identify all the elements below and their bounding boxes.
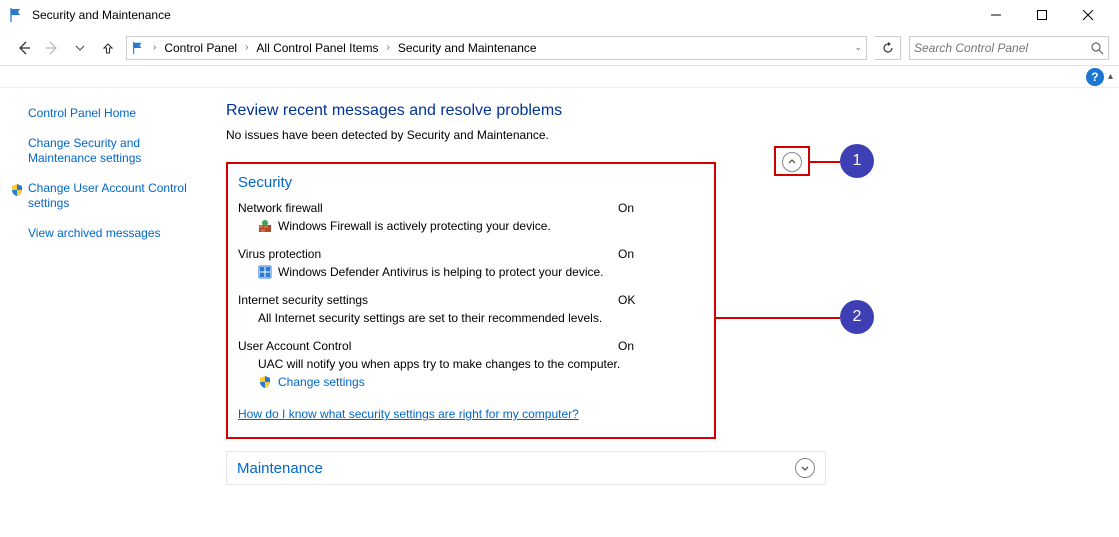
security-item-virus: Virus protection On Windows Defender Ant…	[238, 247, 704, 279]
refresh-button[interactable]	[875, 36, 901, 60]
security-item-uac: User Account Control On UAC will notify …	[238, 339, 704, 389]
maintenance-section-title: Maintenance	[237, 460, 323, 477]
chevron-right-icon[interactable]: ›	[243, 42, 250, 53]
address-bar[interactable]: › Control Panel › All Control Panel Item…	[126, 36, 867, 60]
uac-change-settings-link[interactable]: Change settings	[278, 375, 365, 389]
item-status: On	[618, 339, 658, 353]
annotation-connector	[716, 317, 840, 319]
breadcrumb-item[interactable]: Security and Maintenance	[394, 39, 541, 57]
annotation-bubble-1: 1	[840, 144, 874, 178]
item-desc: Windows Defender Antivirus is helping to…	[278, 265, 604, 279]
item-desc: Windows Firewall is actively protecting …	[278, 219, 551, 233]
item-status: On	[618, 201, 658, 215]
annotation-bubble-2: 2	[840, 300, 874, 334]
help-button[interactable]: ?	[1086, 68, 1104, 86]
item-label: Network firewall	[238, 201, 618, 215]
page-heading: Review recent messages and resolve probl…	[226, 102, 1099, 120]
sidebar-link-uac[interactable]: Change User Account Control settings	[10, 181, 200, 212]
expand-maintenance-button[interactable]	[795, 458, 815, 478]
help-strip: ? ▴	[0, 66, 1119, 88]
window-title: Security and Maintenance	[32, 8, 973, 22]
breadcrumb-item[interactable]: Control Panel	[160, 39, 241, 57]
item-desc: UAC will notify you when apps try to mak…	[258, 357, 620, 371]
search-icon[interactable]	[1090, 41, 1104, 55]
sidebar: Control Panel Home Change Security and M…	[0, 88, 210, 495]
close-button[interactable]	[1065, 0, 1111, 30]
security-help-link[interactable]: How do I know what security settings are…	[238, 407, 579, 421]
item-label: Virus protection	[238, 247, 618, 261]
sidebar-home-link[interactable]: Control Panel Home	[28, 106, 200, 122]
security-panel: Security Network firewall On Windows Fir…	[226, 162, 716, 439]
item-desc: All Internet security settings are set t…	[258, 311, 602, 325]
security-item-firewall: Network firewall On Windows Firewall is …	[238, 201, 704, 233]
flag-icon	[8, 7, 24, 23]
defender-icon	[258, 265, 272, 279]
search-box[interactable]	[909, 36, 1109, 60]
scroll-up-icon[interactable]: ▴	[1108, 71, 1113, 82]
chevron-right-icon[interactable]: ›	[151, 42, 158, 53]
search-input[interactable]	[914, 41, 1090, 55]
minimize-button[interactable]	[973, 0, 1019, 30]
forward-button[interactable]	[42, 38, 62, 58]
back-button[interactable]	[14, 38, 34, 58]
maintenance-panel[interactable]: Maintenance	[226, 451, 826, 485]
item-status: OK	[618, 293, 658, 307]
flag-icon	[131, 41, 145, 55]
sidebar-link-archived[interactable]: View archived messages	[28, 226, 200, 242]
breadcrumb-item[interactable]: All Control Panel Items	[252, 39, 382, 57]
shield-icon	[258, 375, 272, 389]
up-button[interactable]	[98, 38, 118, 58]
title-bar: Security and Maintenance	[0, 0, 1119, 30]
shield-icon	[10, 183, 24, 197]
item-status: On	[618, 247, 658, 261]
recent-locations-button[interactable]	[70, 38, 90, 58]
chevron-right-icon[interactable]: ›	[384, 42, 391, 53]
sidebar-link-change-security[interactable]: Change Security and Maintenance settings	[28, 136, 200, 167]
security-section-title[interactable]: Security	[238, 174, 704, 191]
nav-bar: › Control Panel › All Control Panel Item…	[0, 30, 1119, 66]
main-content: Review recent messages and resolve probl…	[210, 88, 1119, 495]
item-label: User Account Control	[238, 339, 618, 353]
firewall-icon	[258, 219, 272, 233]
annotation-connector	[810, 161, 840, 163]
maximize-button[interactable]	[1019, 0, 1065, 30]
page-subheading: No issues have been detected by Security…	[226, 128, 1099, 142]
chevron-down-icon[interactable]: ⌄	[852, 42, 864, 53]
item-label: Internet security settings	[238, 293, 618, 307]
annotation-box-1	[774, 146, 810, 176]
collapse-security-button[interactable]	[782, 152, 802, 172]
sidebar-link-uac-label: Change User Account Control settings	[28, 181, 187, 211]
security-item-internet: Internet security settings OK All Intern…	[238, 293, 704, 325]
